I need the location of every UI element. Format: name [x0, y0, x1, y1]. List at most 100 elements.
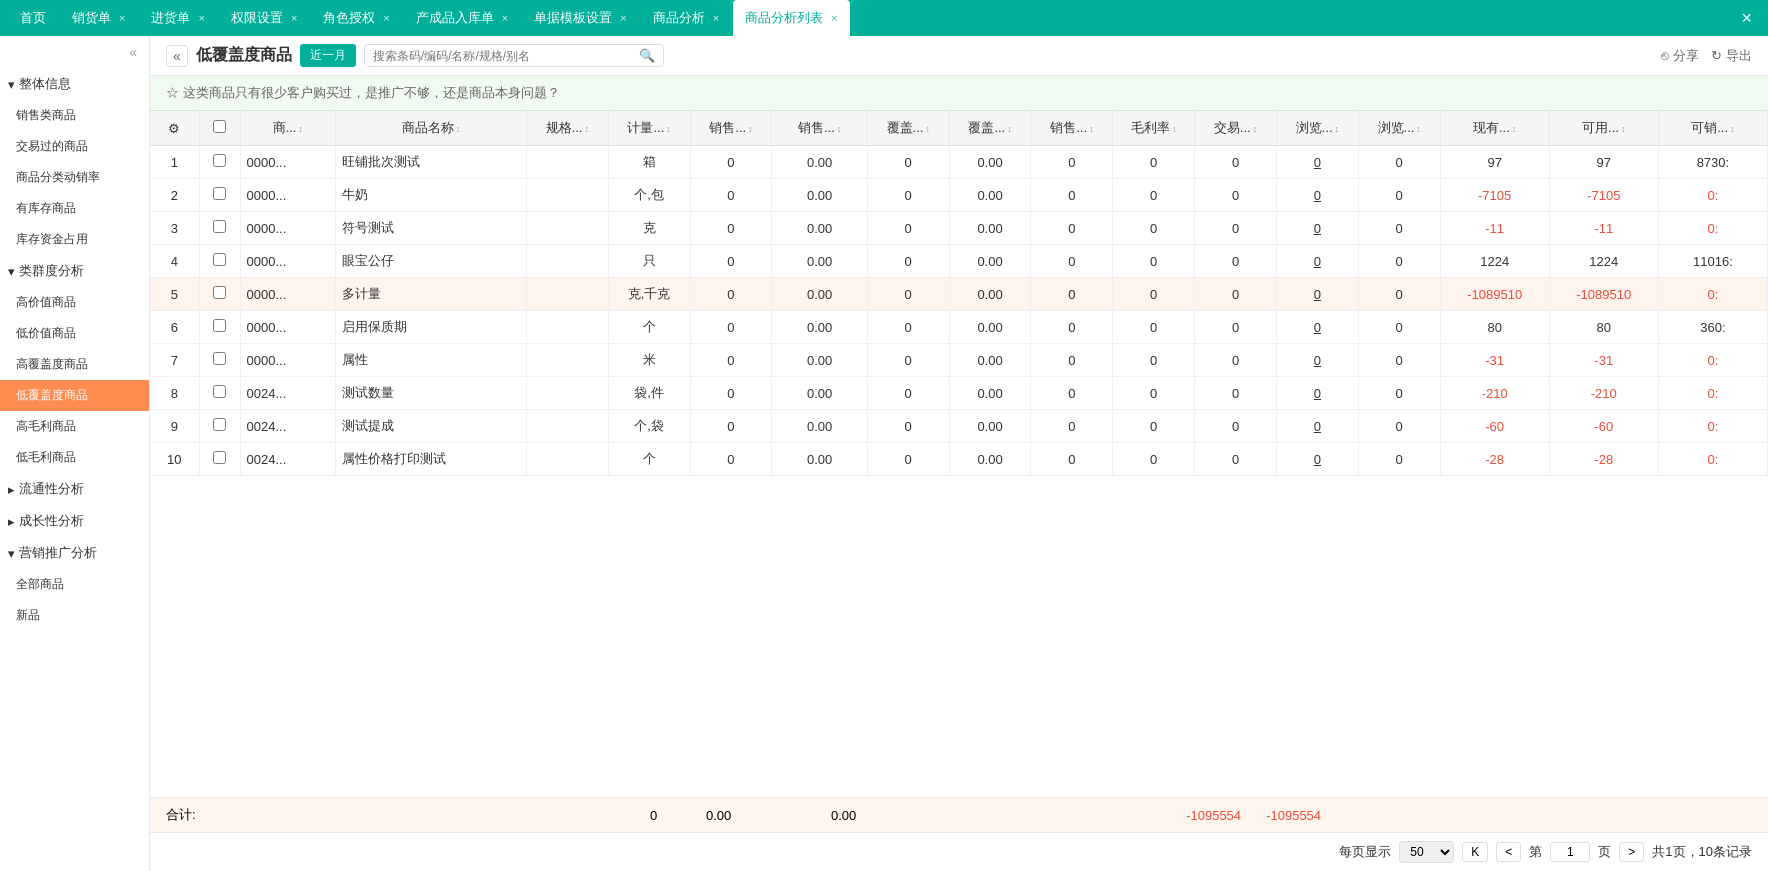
close-icon[interactable]: ×: [291, 12, 297, 24]
col-code[interactable]: 商...↕: [240, 111, 335, 146]
sidebar-collapse-icon[interactable]: «: [129, 44, 137, 60]
row-checkbox[interactable]: [213, 253, 226, 266]
nav-role-auth[interactable]: 角色授权 ×: [311, 0, 401, 36]
close-icon[interactable]: ×: [831, 12, 837, 24]
cell-browse1[interactable]: 0: [1276, 146, 1358, 179]
table-container[interactable]: ⚙ 商...↕ 商品名称↕ 规格...↕ 计量...↕ 销售...↕ 销售...…: [150, 111, 1768, 797]
page-size-select[interactable]: 50 20 100: [1399, 841, 1454, 863]
sidebar-item-low-coverage[interactable]: 低覆盖度商品: [0, 380, 149, 411]
col-sales3[interactable]: 销售...↕: [1031, 111, 1113, 146]
sidebar-item-high-margin[interactable]: 高毛利商品: [0, 411, 149, 442]
close-icon[interactable]: ×: [502, 12, 508, 24]
cell-checkbox[interactable]: [199, 146, 240, 179]
cell-checkbox[interactable]: [199, 377, 240, 410]
cell-browse1[interactable]: 0: [1276, 311, 1358, 344]
col-stock1[interactable]: 现有...↕: [1440, 111, 1549, 146]
sidebar-category-cluster[interactable]: ▾ 类群度分析: [0, 255, 149, 287]
nav-purchase-order[interactable]: 进货单 ×: [139, 0, 216, 36]
nav-template-setting[interactable]: 单据模板设置 ×: [522, 0, 638, 36]
cell-browse1[interactable]: 0: [1276, 278, 1358, 311]
cell-checkbox[interactable]: [199, 212, 240, 245]
window-close-button[interactable]: ×: [1733, 8, 1760, 29]
row-checkbox[interactable]: [213, 418, 226, 431]
col-stock2[interactable]: 可用...↕: [1549, 111, 1658, 146]
sidebar-item-in-stock[interactable]: 有库存商品: [0, 193, 149, 224]
row-checkbox[interactable]: [213, 385, 226, 398]
export-button[interactable]: ↻ 导出: [1711, 47, 1752, 65]
nav-product-warehouse[interactable]: 产成品入库单 ×: [404, 0, 520, 36]
col-cover1[interactable]: 覆盖...↕: [867, 111, 949, 146]
col-stock3[interactable]: 可销...↕: [1658, 111, 1767, 146]
search-icon[interactable]: 🔍: [639, 48, 655, 63]
row-checkbox[interactable]: [213, 154, 226, 167]
cell-checkbox[interactable]: [199, 311, 240, 344]
cell-checkbox[interactable]: [199, 245, 240, 278]
cell-checkbox[interactable]: [199, 410, 240, 443]
cell-browse1[interactable]: 0: [1276, 245, 1358, 278]
nav-permission[interactable]: 权限设置 ×: [219, 0, 309, 36]
sidebar-item-low-value[interactable]: 低价值商品: [0, 318, 149, 349]
cell-browse1[interactable]: 0: [1276, 443, 1358, 476]
col-checkbox[interactable]: [199, 111, 240, 146]
col-spec[interactable]: 规格...↕: [526, 111, 608, 146]
sidebar-item-high-coverage[interactable]: 高覆盖度商品: [0, 349, 149, 380]
close-icon[interactable]: ×: [713, 12, 719, 24]
cell-browse1[interactable]: 0: [1276, 377, 1358, 410]
close-icon[interactable]: ×: [620, 12, 626, 24]
page-number-input[interactable]: [1550, 842, 1590, 862]
sidebar-item-new-products[interactable]: 新品: [0, 600, 149, 631]
col-settings[interactable]: ⚙: [150, 111, 199, 146]
col-browse2[interactable]: 浏览...↕: [1358, 111, 1440, 146]
row-checkbox[interactable]: [213, 319, 226, 332]
cell-browse1[interactable]: 0: [1276, 212, 1358, 245]
sidebar-item-all-products[interactable]: 全部商品: [0, 569, 149, 600]
cell-cover2: 0.00: [949, 212, 1031, 245]
col-margin[interactable]: 毛利率↕: [1113, 111, 1195, 146]
cell-checkbox[interactable]: [199, 344, 240, 377]
prev-page-button[interactable]: <: [1496, 842, 1521, 862]
row-checkbox[interactable]: [213, 286, 226, 299]
sidebar-item-sales-products[interactable]: 销售类商品: [0, 100, 149, 131]
cell-browse1[interactable]: 0: [1276, 179, 1358, 212]
sidebar-section-overall[interactable]: «: [0, 36, 149, 68]
nav-product-analysis[interactable]: 商品分析 ×: [641, 0, 731, 36]
next-page-button[interactable]: >: [1619, 842, 1644, 862]
sidebar-category-growth[interactable]: ▸ 成长性分析: [0, 505, 149, 537]
row-checkbox[interactable]: [213, 451, 226, 464]
sidebar-category-flow[interactable]: ▸ 流通性分析: [0, 473, 149, 505]
close-icon[interactable]: ×: [198, 12, 204, 24]
sidebar-collapse-button[interactable]: «: [166, 45, 188, 67]
sidebar-item-low-margin[interactable]: 低毛利商品: [0, 442, 149, 473]
nav-home[interactable]: 首页: [8, 0, 58, 36]
date-filter-button[interactable]: 近一月: [300, 44, 356, 67]
first-page-button[interactable]: K: [1462, 842, 1488, 862]
select-all-checkbox[interactable]: [213, 120, 226, 133]
col-unit[interactable]: 计量...↕: [608, 111, 690, 146]
nav-sales-order[interactable]: 销货单 ×: [60, 0, 137, 36]
col-name[interactable]: 商品名称↕: [335, 111, 526, 146]
sidebar-category-marketing[interactable]: ▾ 营销推广分析: [0, 537, 149, 569]
cell-checkbox[interactable]: [199, 278, 240, 311]
row-checkbox[interactable]: [213, 187, 226, 200]
col-sales-amount[interactable]: 销售...↕: [772, 111, 867, 146]
cell-checkbox[interactable]: [199, 443, 240, 476]
row-checkbox[interactable]: [213, 220, 226, 233]
col-trade[interactable]: 交易...↕: [1195, 111, 1277, 146]
nav-product-analysis-list[interactable]: 商品分析列表 ×: [733, 0, 849, 36]
sidebar-item-category-rate[interactable]: 商品分类动销率: [0, 162, 149, 193]
sidebar-item-high-value[interactable]: 高价值商品: [0, 287, 149, 318]
sidebar-category-overall[interactable]: ▾ 整体信息: [0, 68, 149, 100]
col-sales-qty[interactable]: 销售...↕: [690, 111, 772, 146]
sidebar-item-capital[interactable]: 库存资金占用: [0, 224, 149, 255]
cell-browse1[interactable]: 0: [1276, 344, 1358, 377]
row-checkbox[interactable]: [213, 352, 226, 365]
close-icon[interactable]: ×: [119, 12, 125, 24]
share-button[interactable]: ⎋ 分享: [1661, 47, 1699, 65]
sidebar-item-traded-products[interactable]: 交易过的商品: [0, 131, 149, 162]
search-input[interactable]: [373, 49, 635, 63]
cell-checkbox[interactable]: [199, 179, 240, 212]
cell-browse1[interactable]: 0: [1276, 410, 1358, 443]
col-cover2[interactable]: 覆盖...↕: [949, 111, 1031, 146]
col-browse1[interactable]: 浏览...↕: [1276, 111, 1358, 146]
close-icon[interactable]: ×: [383, 12, 389, 24]
